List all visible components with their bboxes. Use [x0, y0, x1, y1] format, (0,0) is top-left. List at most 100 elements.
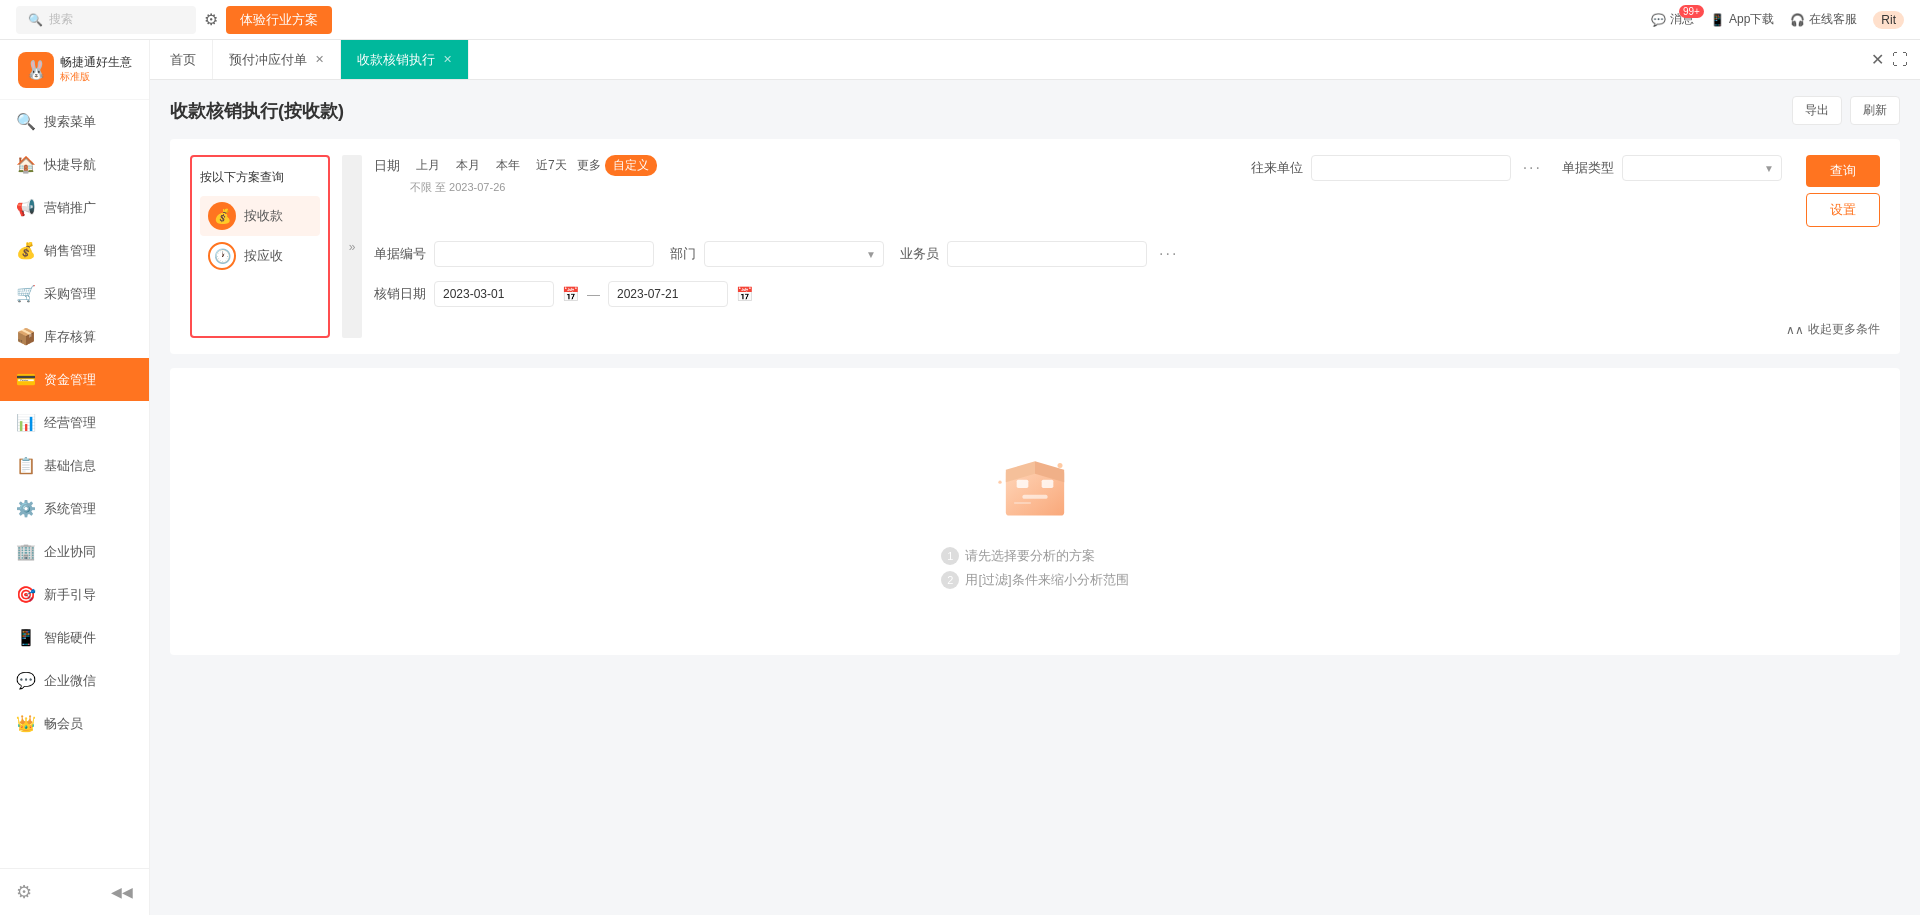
filter-scheme-panel: 按以下方案查询 💰 按收款 🕐 按应收: [190, 155, 330, 338]
sidebar-item-hardware[interactable]: 📱 智能硬件: [0, 616, 149, 659]
industry-solution-button[interactable]: 体验行业方案: [226, 6, 332, 34]
svg-rect-4: [1042, 480, 1054, 488]
sidebar-item-label: 快捷导航: [44, 156, 96, 174]
settings-icon[interactable]: ⚙: [204, 10, 218, 29]
tab-prepay-close[interactable]: ✕: [315, 53, 324, 66]
svg-point-8: [998, 481, 1001, 484]
date-btn-7days[interactable]: 近7天: [530, 155, 573, 176]
query-button[interactable]: 查询: [1806, 155, 1880, 187]
app-download-button[interactable]: 📱 App下载: [1710, 11, 1774, 28]
svg-rect-5: [1023, 495, 1048, 499]
date-more-btn[interactable]: 更多: [577, 157, 601, 174]
dept-select[interactable]: [704, 241, 884, 267]
counterparty-input[interactable]: [1311, 155, 1511, 181]
doc-no-field: 单据编号: [374, 241, 654, 267]
marketing-icon: 📢: [16, 198, 36, 217]
date-field-group: 日期 上月 本月 本年 近7天 更多 自定义: [374, 155, 1235, 195]
writeoff-end-calendar-icon[interactable]: 📅: [736, 286, 753, 302]
sidebar-item-label: 营销推广: [44, 199, 96, 217]
sidebar-item-member[interactable]: 👑 畅会员: [0, 702, 149, 745]
user-info[interactable]: Rit: [1873, 11, 1904, 29]
sidebar-item-guide[interactable]: 🎯 新手引导: [0, 573, 149, 616]
by-receipt-icon: 💰: [208, 202, 236, 230]
home-icon: 🏠: [16, 155, 36, 174]
date-no-limit-text: 不限 至 2023-07-26: [410, 180, 505, 195]
filter-row-3: 核销日期 📅 — 📅: [374, 281, 1880, 307]
staff-input[interactable]: [947, 241, 1147, 267]
inventory-icon: 📦: [16, 327, 36, 346]
empty-icon: [985, 428, 1085, 531]
sales-icon: 💰: [16, 241, 36, 260]
sidebar-item-operations[interactable]: 📊 经营管理: [0, 401, 149, 444]
tab-expand-icon[interactable]: ⛶: [1892, 51, 1908, 69]
top-bar-left: 🔍 搜索 ⚙ 体验行业方案: [16, 6, 1639, 34]
tab-receipt-writeoff[interactable]: 收款核销执行 ✕: [341, 40, 469, 79]
app-name: 畅捷通好生意: [60, 55, 132, 71]
writeoff-start-input[interactable]: [434, 281, 554, 307]
filter-row-2: 单据编号 部门 ▼: [374, 241, 1880, 267]
page-content: 收款核销执行(按收款) 导出 刷新 按以下方案查询 💰 按收款 🕐: [150, 80, 1920, 915]
sidebar-item-quick-nav[interactable]: 🏠 快捷导航: [0, 143, 149, 186]
date-btn-last-month[interactable]: 上月: [410, 155, 446, 176]
tab-home[interactable]: 首页: [154, 40, 213, 79]
tab-prepay[interactable]: 预付冲应付单 ✕: [213, 40, 341, 79]
svg-point-7: [1058, 463, 1063, 468]
hardware-icon: 📱: [16, 628, 36, 647]
empty-illustration: [985, 428, 1085, 528]
sidebar-item-system[interactable]: ⚙️ 系统管理: [0, 487, 149, 530]
doc-type-select[interactable]: [1622, 155, 1782, 181]
counterparty-label: 往来单位: [1251, 159, 1303, 177]
sidebar-item-label: 畅会员: [44, 715, 83, 733]
service-icon: 🎧: [1790, 13, 1805, 27]
search-menu-icon: 🔍: [16, 112, 36, 131]
sidebar-item-basic-info[interactable]: 📋 基础信息: [0, 444, 149, 487]
sidebar-item-purchase[interactable]: 🛒 采购管理: [0, 272, 149, 315]
sidebar-items-list: 🔍 搜索菜单 🏠 快捷导航 📢 营销推广 💰 销售管理 🛒 采购管理 📦: [0, 100, 149, 745]
collapse-more-button[interactable]: ∧∧ 收起更多条件: [1786, 321, 1880, 338]
counterparty-select-btn[interactable]: ···: [1519, 159, 1546, 177]
sidebar-item-label: 库存核算: [44, 328, 96, 346]
doc-no-input[interactable]: [434, 241, 654, 267]
sidebar-item-label: 基础信息: [44, 457, 96, 475]
sidebar-item-finance[interactable]: 💳 资金管理: [0, 358, 149, 401]
sidebar-item-sales[interactable]: 💰 销售管理: [0, 229, 149, 272]
sidebar-item-label: 资金管理: [44, 371, 96, 389]
date-label: 日期: [374, 157, 404, 175]
online-service-button[interactable]: 🎧 在线客服: [1790, 11, 1857, 28]
messages-badge: 99+: [1679, 5, 1704, 18]
sidebar-item-marketing[interactable]: 📢 营销推广: [0, 186, 149, 229]
staff-select-btn[interactable]: ···: [1155, 245, 1182, 263]
tab-receipt-writeoff-close[interactable]: ✕: [443, 53, 452, 66]
sidebar-item-inventory[interactable]: 📦 库存核算: [0, 315, 149, 358]
filter-option-by-receivable[interactable]: 🕐 按应收: [200, 236, 320, 276]
guide-icon: 🎯: [16, 585, 36, 604]
date-btn-this-year[interactable]: 本年: [490, 155, 526, 176]
export-button[interactable]: 导出: [1792, 96, 1842, 125]
writeoff-start-calendar-icon[interactable]: 📅: [562, 286, 579, 302]
messages-button[interactable]: 💬 消息 99+: [1651, 11, 1694, 28]
staff-label: 业务员: [900, 245, 939, 263]
sidebar-item-search[interactable]: 🔍 搜索菜单: [0, 100, 149, 143]
sidebar-item-wechat[interactable]: 💬 企业微信: [0, 659, 149, 702]
tip-text-2: 用[过滤]条件来缩小分析范围: [965, 571, 1128, 589]
user-name: Rit: [1873, 11, 1904, 29]
refresh-button[interactable]: 刷新: [1850, 96, 1900, 125]
date-btn-custom[interactable]: 自定义: [605, 155, 657, 176]
search-box[interactable]: 🔍 搜索: [16, 6, 196, 34]
filter-collapse-button[interactable]: »: [342, 155, 362, 338]
sidebar-item-label: 搜索菜单: [44, 113, 96, 131]
sidebar-item-enterprise[interactable]: 🏢 企业协同: [0, 530, 149, 573]
settings-button[interactable]: 设置: [1806, 193, 1880, 227]
filter-option-by-receipt[interactable]: 💰 按收款: [200, 196, 320, 236]
app-edition: 标准版: [60, 70, 132, 84]
enterprise-icon: 🏢: [16, 542, 36, 561]
sidebar-settings-icon[interactable]: ⚙: [16, 881, 32, 903]
collapse-more-label: 收起更多条件: [1808, 321, 1880, 338]
system-icon: ⚙️: [16, 499, 36, 518]
sidebar-collapse-icon[interactable]: ◀◀: [111, 884, 133, 900]
wechat-icon: 💬: [16, 671, 36, 690]
date-btn-this-month[interactable]: 本月: [450, 155, 486, 176]
tab-close-all-icon[interactable]: ✕: [1871, 50, 1884, 69]
writeoff-end-input[interactable]: [608, 281, 728, 307]
by-receipt-label: 按收款: [244, 207, 283, 225]
